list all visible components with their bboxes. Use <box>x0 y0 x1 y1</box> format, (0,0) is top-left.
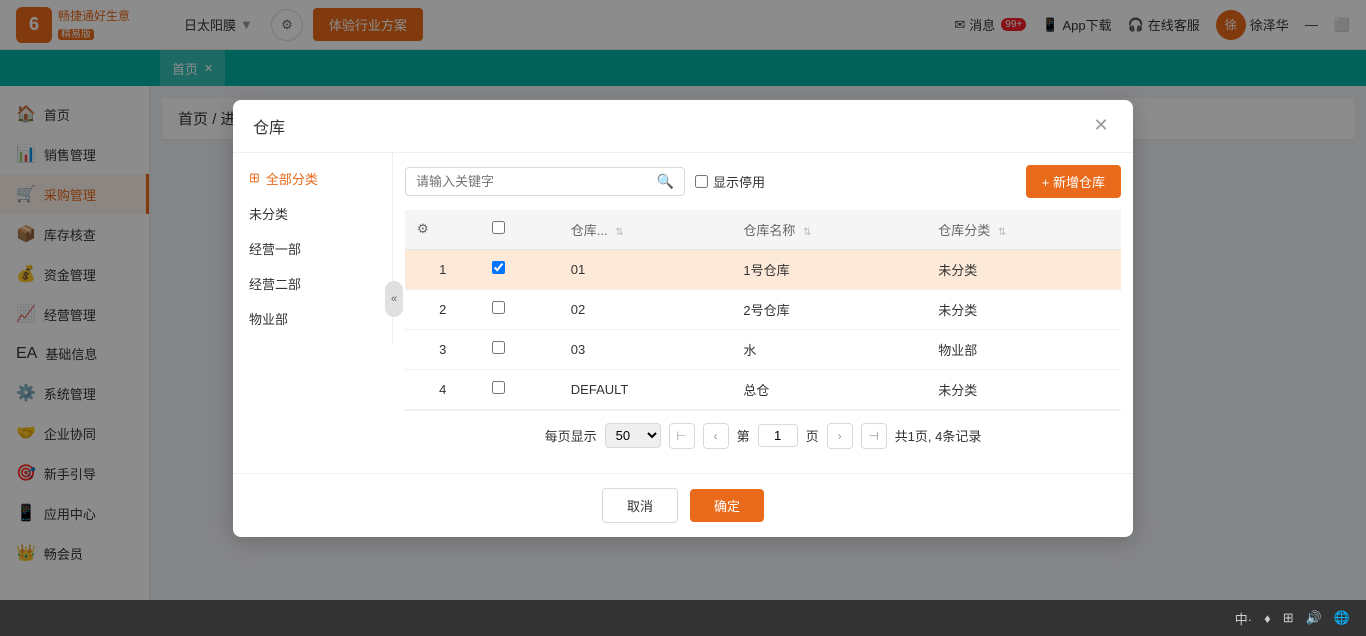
row-category: 未分类 <box>926 249 1121 289</box>
row-category: 未分类 <box>926 289 1121 329</box>
warehouse-table: ⚙ 仓库... ⇅ 仓库名称 ⇅ <box>405 210 1121 410</box>
dialog-title: 仓库 <box>253 114 285 138</box>
th-category[interactable]: 仓库分类 ⇅ <box>926 210 1121 250</box>
per-page-select[interactable]: 50 20 100 <box>605 423 661 448</box>
page-label: 第 <box>737 426 750 445</box>
table-container: ⚙ 仓库... ⇅ 仓库名称 ⇅ <box>405 210 1121 410</box>
table-row[interactable]: 2 02 2号仓库 未分类 <box>405 289 1121 329</box>
th-code[interactable]: 仓库... ⇅ <box>559 210 732 250</box>
table-row[interactable]: 1 01 1号仓库 未分类 <box>405 249 1121 289</box>
row-checkbox[interactable] <box>480 329 558 369</box>
category-label: 经营一部 <box>249 239 301 258</box>
category-item-ops2[interactable]: 经营二部 <box>233 266 392 301</box>
show-disabled-text: 显示停用 <box>713 172 765 191</box>
row-checkbox[interactable] <box>480 289 558 329</box>
left-panel: ⊞ 全部分类 未分类 经营一部 经营二部 物业部 <box>233 153 393 344</box>
left-panel-wrap: ⊞ 全部分类 未分类 经营一部 经营二部 物业部 <box>233 153 393 473</box>
prev-page-button[interactable]: ‹ <box>703 423 729 449</box>
last-page-button[interactable]: ⊣ <box>861 423 887 449</box>
sort-icon-code: ⇅ <box>615 227 623 238</box>
table-head: ⚙ 仓库... ⇅ 仓库名称 ⇅ <box>405 210 1121 250</box>
th-checkbox <box>480 210 558 250</box>
dialog-close-button[interactable]: ✕ <box>1089 114 1113 138</box>
bottom-bar-input[interactable]: ♦ <box>1264 611 1271 626</box>
row-name: 总仓 <box>731 369 926 409</box>
table-body: 1 01 1号仓库 未分类 2 02 2号仓库 未分类 3 03 水 物业部 4… <box>405 249 1121 409</box>
table-row[interactable]: 4 DEFAULT 总仓 未分类 <box>405 369 1121 409</box>
category-item-unclassified[interactable]: 未分类 <box>233 196 392 231</box>
row-num: 2 <box>405 289 480 329</box>
pagination: 每页显示 50 20 100 ⊢ ‹ 第 页 <box>405 410 1121 461</box>
row-checkbox[interactable] <box>480 249 558 289</box>
sort-icon-category: ⇅ <box>998 227 1006 238</box>
row-num: 1 <box>405 249 480 289</box>
add-warehouse-button[interactable]: + 新增仓库 <box>1026 165 1121 198</box>
show-disabled-checkbox[interactable] <box>695 175 708 188</box>
th-name[interactable]: 仓库名称 ⇅ <box>731 210 926 250</box>
gear-col-icon: ⚙ <box>417 221 429 236</box>
cancel-button[interactable]: 取消 <box>602 488 678 523</box>
bottom-bar-lang[interactable]: 中· <box>1235 609 1252 628</box>
category-item-property[interactable]: 物业部 <box>233 301 392 336</box>
row-code: 03 <box>559 329 732 369</box>
grid-icon: ⊞ <box>249 170 260 186</box>
row-code: 02 <box>559 289 732 329</box>
row-category: 未分类 <box>926 369 1121 409</box>
bottom-bar-keyboard[interactable]: ⊞ <box>1283 610 1294 626</box>
category-all-label: 全部分类 <box>266 169 318 188</box>
table-row[interactable]: 3 03 水 物业部 <box>405 329 1121 369</box>
first-page-button[interactable]: ⊢ <box>669 423 695 449</box>
th-settings: ⚙ <box>405 210 480 250</box>
prev-icon: ‹ <box>714 429 718 443</box>
bottom-bar: 中· ♦ ⊞ 🔊 🌐 <box>0 600 1366 636</box>
first-page-icon: ⊢ <box>676 429 686 443</box>
row-code: DEFAULT <box>559 369 732 409</box>
row-num: 4 <box>405 369 480 409</box>
page-suffix: 页 <box>806 426 819 445</box>
collapse-icon: « <box>391 293 397 305</box>
select-all-checkbox[interactable] <box>492 221 505 234</box>
search-input[interactable] <box>416 174 657 189</box>
dialog-header: 仓库 ✕ <box>233 100 1133 153</box>
row-name: 水 <box>731 329 926 369</box>
bottom-bar-network[interactable]: 🌐 <box>1334 610 1350 626</box>
show-disabled-label[interactable]: 显示停用 <box>695 172 765 191</box>
row-checkbox[interactable] <box>480 369 558 409</box>
dialog-body: ⊞ 全部分类 未分类 经营一部 经营二部 物业部 <box>233 153 1133 473</box>
next-icon: › <box>838 429 842 443</box>
category-all[interactable]: ⊞ 全部分类 <box>233 161 392 196</box>
search-icon[interactable]: 🔍 <box>657 173 674 190</box>
category-label: 未分类 <box>249 204 288 223</box>
header-row: ⚙ 仓库... ⇅ 仓库名称 ⇅ <box>405 210 1121 250</box>
row-name: 1号仓库 <box>731 249 926 289</box>
search-box: 🔍 <box>405 167 685 196</box>
collapse-button[interactable]: « <box>385 281 403 317</box>
category-item-ops1[interactable]: 经营一部 <box>233 231 392 266</box>
toolbar: 🔍 显示停用 + 新增仓库 <box>405 165 1121 198</box>
right-panel: 🔍 显示停用 + 新增仓库 ⚙ <box>393 153 1133 473</box>
sort-icon-name: ⇅ <box>803 227 811 238</box>
modal-overlay[interactable]: 仓库 ✕ ⊞ 全部分类 未分类 经营一部 <box>0 0 1366 636</box>
row-category: 物业部 <box>926 329 1121 369</box>
per-page-label: 每页显示 <box>545 426 597 445</box>
confirm-button[interactable]: 确定 <box>690 489 764 522</box>
warehouse-dialog: 仓库 ✕ ⊞ 全部分类 未分类 经营一部 <box>233 100 1133 537</box>
row-code: 01 <box>559 249 732 289</box>
next-page-button[interactable]: › <box>827 423 853 449</box>
dialog-footer: 取消 确定 <box>233 473 1133 537</box>
last-page-icon: ⊣ <box>868 429 878 443</box>
bottom-bar-volume[interactable]: 🔊 <box>1306 610 1322 626</box>
total-label: 共1页, 4条记录 <box>895 426 982 445</box>
row-name: 2号仓库 <box>731 289 926 329</box>
page-input[interactable] <box>758 424 798 447</box>
category-label: 经营二部 <box>249 274 301 293</box>
row-num: 3 <box>405 329 480 369</box>
category-label: 物业部 <box>249 309 288 328</box>
